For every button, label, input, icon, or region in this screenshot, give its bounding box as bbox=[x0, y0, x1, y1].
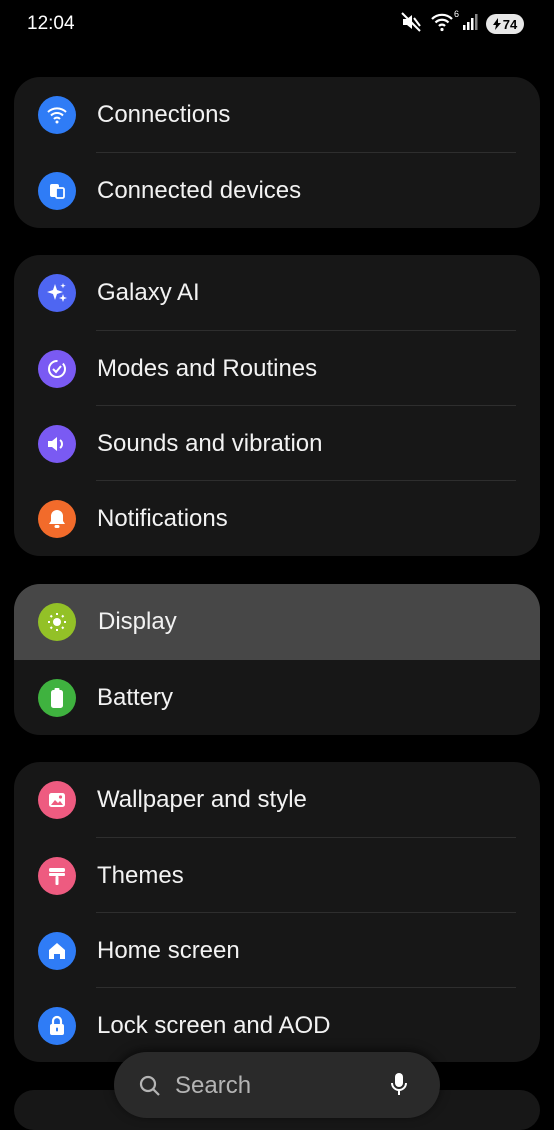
microphone-icon[interactable] bbox=[390, 1072, 408, 1103]
settings-item-label: Wallpaper and style bbox=[97, 786, 307, 813]
paint-roller-icon bbox=[38, 856, 76, 895]
settings-item-label: Sounds and vibration bbox=[97, 429, 323, 457]
image-icon bbox=[38, 781, 76, 819]
settings-group-display: Display Battery bbox=[14, 584, 540, 735]
wifi-badge: 6 bbox=[453, 8, 459, 19]
settings-item-sounds-and-vibration[interactable]: Sounds and vibration bbox=[14, 406, 540, 481]
battery-level: 74 bbox=[502, 16, 518, 32]
settings-group-appearance: Wallpaper and style Themes Home screen L… bbox=[14, 762, 540, 1062]
settings-item-display[interactable]: Display bbox=[14, 584, 540, 660]
wifi-icon bbox=[38, 96, 76, 134]
settings-item-label: Connections bbox=[97, 101, 231, 128]
settings-item-label: Home screen bbox=[97, 936, 240, 964]
settings-item-label: Modes and Routines bbox=[97, 354, 318, 382]
lock-icon bbox=[38, 1006, 76, 1045]
sun-icon bbox=[38, 603, 76, 641]
battery-icon bbox=[38, 678, 76, 717]
settings-item-lock-screen-and-aod[interactable]: Lock screen and AOD bbox=[14, 988, 540, 1062]
charging-bolt-icon bbox=[492, 18, 501, 30]
speaker-icon bbox=[38, 424, 76, 463]
status-time: 12:04 bbox=[27, 13, 75, 34]
sparkle-icon bbox=[38, 274, 76, 312]
signal-icon bbox=[462, 13, 478, 36]
settings-item-label: Display bbox=[98, 608, 177, 635]
search-bar[interactable]: Search bbox=[114, 1052, 440, 1118]
settings-item-label: Lock screen and AOD bbox=[97, 1011, 331, 1039]
status-icons: 6 74 bbox=[400, 9, 524, 38]
home-icon bbox=[38, 931, 76, 970]
settings-item-label: Notifications bbox=[97, 504, 228, 532]
search-icon bbox=[138, 1074, 162, 1103]
settings-item-notifications[interactable]: Notifications bbox=[14, 481, 540, 556]
bell-icon bbox=[38, 499, 76, 538]
wifi-status-icon: 6 bbox=[430, 9, 459, 37]
settings-item-label: Connected devices bbox=[97, 176, 302, 204]
settings-item-label: Themes bbox=[97, 861, 184, 889]
search-placeholder: Search bbox=[175, 1072, 252, 1099]
settings-item-modes-and-routines[interactable]: Modes and Routines bbox=[14, 331, 540, 406]
settings-item-home-screen[interactable]: Home screen bbox=[14, 913, 540, 988]
settings-item-label: Battery bbox=[97, 683, 174, 711]
check-circle-icon bbox=[38, 349, 76, 388]
status-bar: 12:04 6 74 bbox=[0, 0, 554, 50]
settings-item-wallpaper-and-style[interactable]: Wallpaper and style bbox=[14, 762, 540, 838]
settings-item-galaxy-ai[interactable]: Galaxy AI bbox=[14, 255, 540, 331]
settings-item-connections[interactable]: Connections bbox=[14, 77, 540, 153]
settings-item-label: Galaxy AI bbox=[97, 279, 200, 306]
settings-group-general: Galaxy AI Modes and Routines Sounds and … bbox=[14, 255, 540, 556]
devices-icon bbox=[38, 171, 76, 210]
settings-item-battery[interactable]: Battery bbox=[14, 660, 540, 735]
settings-item-themes[interactable]: Themes bbox=[14, 838, 540, 913]
settings-group-connections: Connections Connected devices bbox=[14, 77, 540, 228]
settings-item-connected-devices[interactable]: Connected devices bbox=[14, 153, 540, 228]
battery-status: 74 bbox=[486, 14, 524, 34]
mute-icon bbox=[400, 11, 422, 38]
